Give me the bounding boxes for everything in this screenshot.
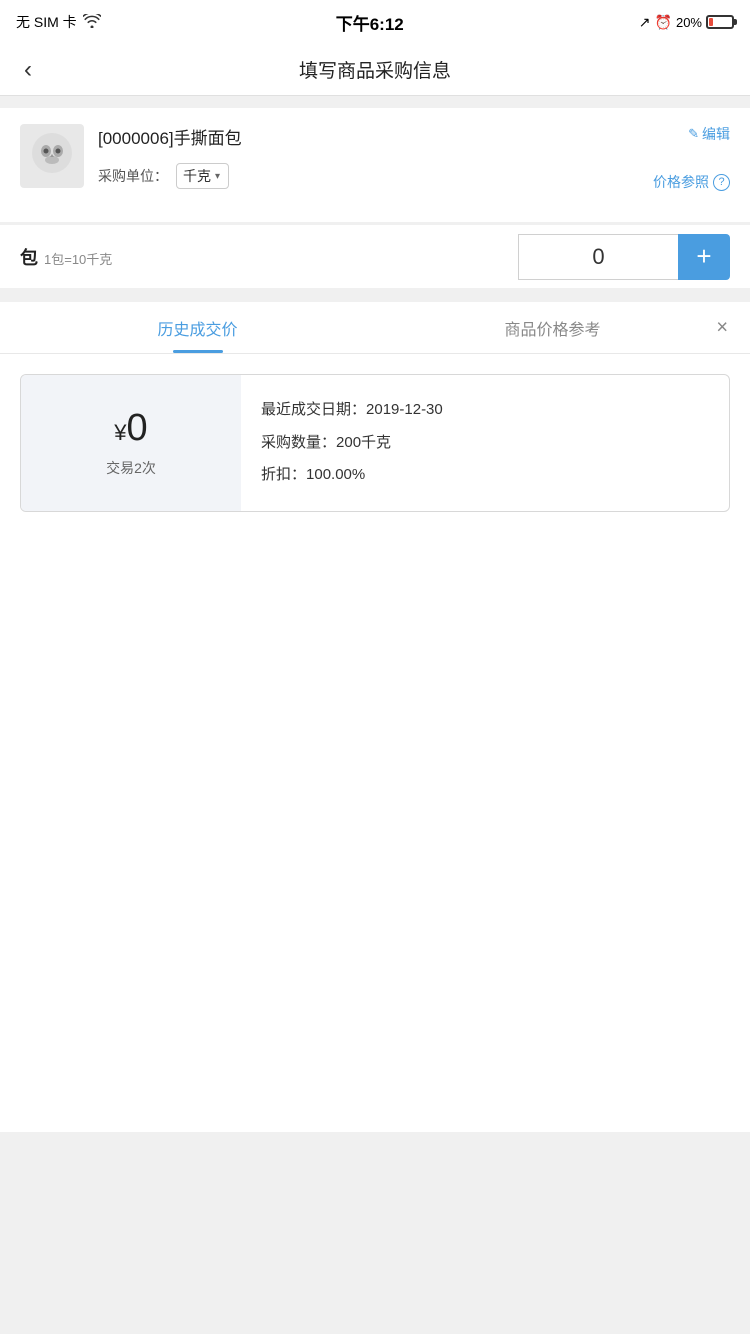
tab-content-history: ¥0 交易2次 最近成交日期：2019-12-30 采购数量：200千克 折扣：…	[0, 354, 750, 532]
unit-select[interactable]: 千克 ▾	[176, 163, 229, 189]
quantity-controls: 0 +	[518, 234, 730, 280]
nav-bar: ‹ 填写商品采购信息	[0, 44, 750, 96]
no-sim-label: 无 SIM 卡	[16, 12, 77, 32]
tab-history-price-label: 历史成交价	[157, 316, 237, 340]
unit-dropdown-arrow: ▾	[215, 171, 220, 182]
tabs-section: 历史成交价 商品价格参考 × ¥0 交易2次 最近成交日期：2019-12-30…	[0, 302, 750, 532]
price-ref-help-icon: ?	[713, 174, 730, 191]
quantity-section: 包 1包=10千克 0 +	[0, 224, 750, 288]
product-name-area: [0000006]手撕面包 采购单位： 千克 ▾	[98, 124, 643, 189]
quantity-unit-sub: 1包=10千克	[44, 249, 112, 268]
price-amount: 0	[127, 407, 148, 449]
recent-date-value: 2019-12-30	[366, 401, 443, 418]
discount-row: 折扣：100.00%	[261, 464, 709, 487]
location-icon: ↗	[639, 14, 651, 31]
purchase-qty-label: 采购数量：	[261, 434, 336, 451]
purchase-qty-value: 200千克	[336, 434, 391, 451]
quantity-value: 0	[592, 244, 604, 270]
product-thumbnail	[20, 124, 84, 188]
tab-history-price[interactable]: 历史成交价	[20, 302, 375, 353]
wifi-icon	[83, 14, 101, 31]
back-button[interactable]: ‹	[20, 52, 36, 88]
status-right: ↗ ⏰ 20%	[639, 14, 734, 31]
product-header: [0000006]手撕面包 采购单位： 千克 ▾ ✎ 编辑 价格参照 ?	[20, 124, 730, 192]
price-ref-button[interactable]: 价格参照 ?	[653, 172, 730, 192]
tab-product-price-ref-label: 商品价格参考	[504, 316, 600, 340]
status-bar: 无 SIM 卡 下午6:12 ↗ ⏰ 20%	[0, 0, 750, 44]
battery-icon	[706, 15, 734, 29]
quantity-input[interactable]: 0	[518, 234, 678, 280]
edit-button[interactable]: ✎ 编辑	[688, 124, 730, 144]
price-display: ¥0	[114, 407, 147, 450]
purchase-qty-row: 采购数量：200千克	[261, 432, 709, 455]
recent-date-row: 最近成交日期：2019-12-30	[261, 399, 709, 422]
quantity-unit-main: 包	[20, 244, 38, 270]
price-card-left: ¥0 交易2次	[21, 375, 241, 511]
edit-icon: ✎	[688, 126, 699, 142]
tab-product-price-ref[interactable]: 商品价格参考	[375, 302, 730, 353]
status-time: 下午6:12	[336, 10, 404, 35]
price-ref-label: 价格参照	[653, 172, 709, 192]
plus-icon: +	[696, 241, 711, 272]
battery-percent: 20%	[676, 15, 702, 30]
currency-symbol: ¥	[114, 420, 126, 445]
page-title: 填写商品采购信息	[299, 56, 451, 83]
product-logo-icon	[31, 132, 73, 181]
product-card: [0000006]手撕面包 采购单位： 千克 ▾ ✎ 编辑 价格参照 ?	[0, 108, 750, 222]
bottom-area	[0, 532, 750, 1132]
recent-date-label: 最近成交日期：	[261, 401, 366, 418]
quantity-plus-button[interactable]: +	[678, 234, 730, 280]
product-unit-row: 采购单位： 千克 ▾	[98, 163, 643, 189]
price-card-right: 最近成交日期：2019-12-30 采购数量：200千克 折扣：100.00%	[241, 375, 729, 511]
discount-label: 折扣：	[261, 466, 306, 483]
quantity-label-area: 包 1包=10千克	[20, 244, 112, 270]
status-left: 无 SIM 卡	[16, 12, 101, 32]
trades-count: 交易2次	[106, 458, 156, 478]
unit-value: 千克	[183, 166, 211, 186]
alarm-icon: ⏰	[655, 14, 672, 31]
edit-label: 编辑	[702, 124, 730, 144]
discount-value: 100.00%	[306, 466, 365, 483]
tabs-header: 历史成交价 商品价格参考 ×	[0, 302, 750, 354]
product-name: [0000006]手撕面包	[98, 124, 643, 149]
unit-label: 采购单位：	[98, 166, 168, 186]
product-info: [0000006]手撕面包 采购单位： 千克 ▾	[20, 124, 643, 189]
tab-close-button[interactable]: ×	[710, 310, 734, 345]
history-price-card: ¥0 交易2次 最近成交日期：2019-12-30 采购数量：200千克 折扣：…	[20, 374, 730, 512]
